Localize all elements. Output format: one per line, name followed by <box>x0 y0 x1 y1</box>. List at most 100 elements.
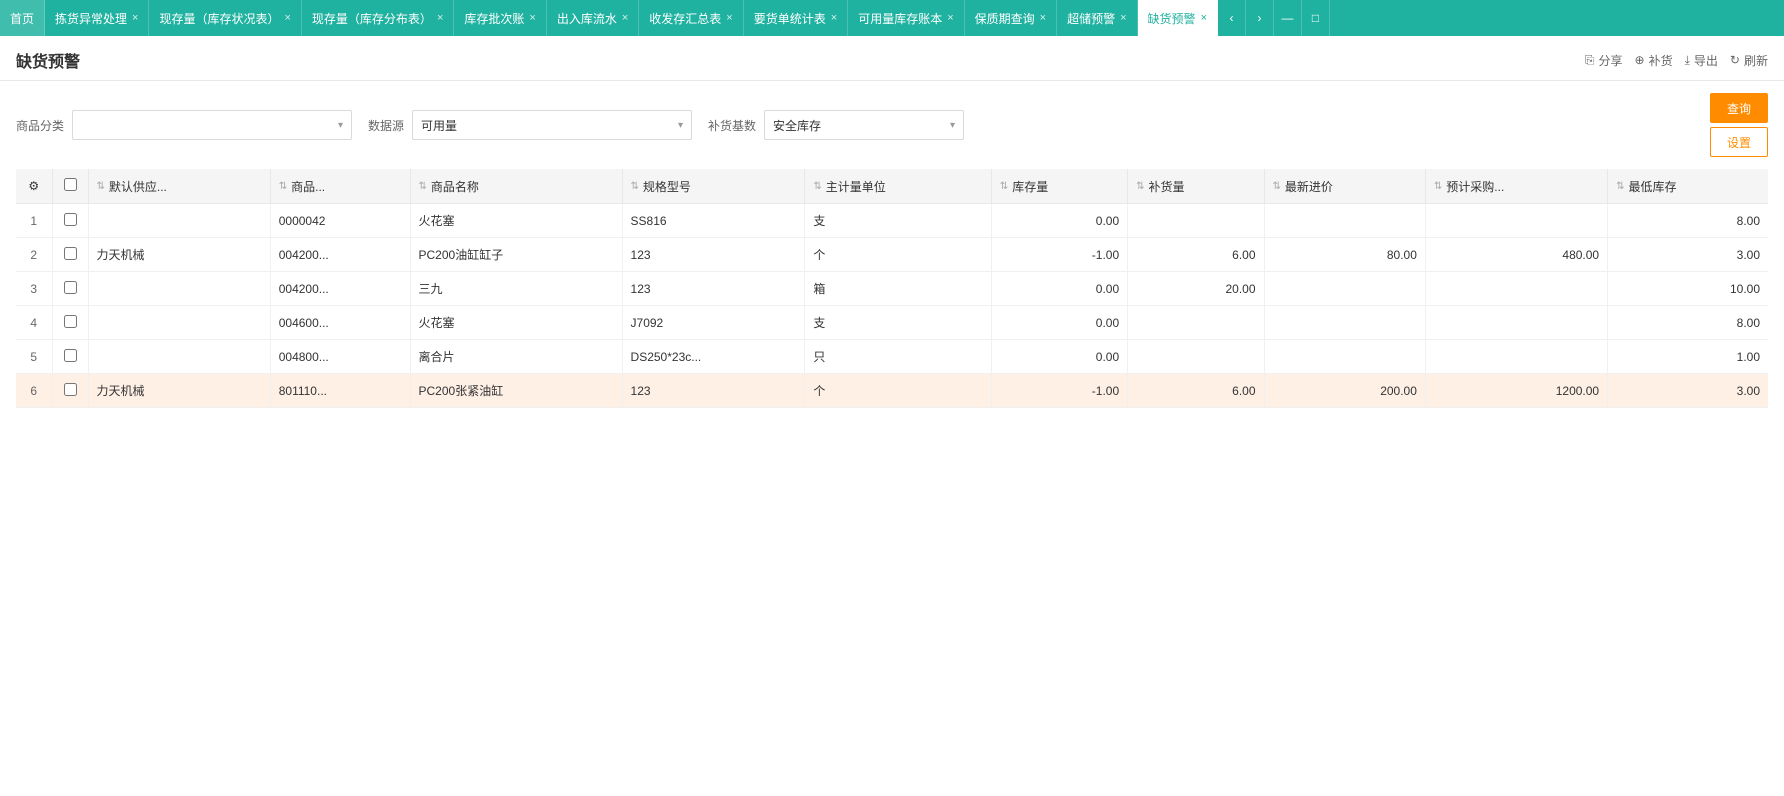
table-row: 5 004800... 离合片 DS250*23c... 只 0.00 1.00 <box>16 340 1768 374</box>
tab-expiry-close[interactable]: × <box>1040 12 1046 24</box>
th-default-supplier[interactable]: ⇅ 默认供应... <box>88 169 270 204</box>
page-title: 缺货预警 <box>16 48 80 72</box>
row-latest-price: 80.00 <box>1264 238 1425 272</box>
data-table: ⚙ ⇅ 默认供应... ⇅ 商品... <box>16 169 1768 408</box>
tab-available[interactable]: 可用量库存账本 × <box>848 0 964 36</box>
tab-shortage-close[interactable]: × <box>1201 12 1207 24</box>
row-checkbox[interactable] <box>64 213 77 226</box>
column-settings-icon[interactable]: ⚙ <box>25 177 43 195</box>
th-goods-code[interactable]: ⇅ 商品... <box>270 169 410 204</box>
th-est-purchase[interactable]: ⇅ 预计采购... <box>1425 169 1607 204</box>
row-supplier <box>88 272 270 306</box>
tab-stock-dist-close[interactable]: × <box>437 12 443 24</box>
row-unit: 个 <box>805 374 991 408</box>
row-check <box>52 204 88 238</box>
tab-stock-status[interactable]: 现存量（库存状况表） × <box>149 0 301 36</box>
tab-next-btn[interactable]: › <box>1246 0 1274 36</box>
row-goods-code: 004800... <box>270 340 410 374</box>
tab-expiry[interactable]: 保质期查询 × <box>965 0 1057 36</box>
row-checkbox[interactable] <box>64 281 77 294</box>
th-min-stock[interactable]: ⇅ 最低库存 <box>1608 169 1768 204</box>
table-row: 4 004600... 火花塞 J7092 支 0.00 8.00 <box>16 306 1768 340</box>
page-container: 缺货预警 ⎘ 分享 ⊕ 补货 ⤓ 导出 ↻ 刷新 商品分类 <box>0 36 1784 796</box>
row-min-stock: 1.00 <box>1608 340 1768 374</box>
page-header: 缺货预警 ⎘ 分享 ⊕ 补货 ⤓ 导出 ↻ 刷新 <box>0 36 1784 81</box>
tab-requisition-close[interactable]: × <box>831 12 837 24</box>
row-stock: 0.00 <box>991 306 1127 340</box>
sort-supplier-icon: ⇅ <box>97 181 105 192</box>
row-latest-price <box>1264 204 1425 238</box>
tab-available-close[interactable]: × <box>947 12 953 24</box>
row-checkbox[interactable] <box>64 383 77 396</box>
replenish-base-select[interactable]: 安全库存 ▾ <box>764 110 964 140</box>
row-supplier <box>88 306 270 340</box>
tab-stock-status-close[interactable]: × <box>284 12 290 24</box>
replenish-base-value: 安全库存 <box>773 117 821 134</box>
refresh-button[interactable]: ↻ 刷新 <box>1730 52 1768 69</box>
tab-exception-close[interactable]: × <box>132 12 138 24</box>
share-button[interactable]: ⎘ 分享 <box>1585 52 1623 69</box>
tab-batch[interactable]: 库存批次账 × <box>454 0 546 36</box>
tab-inout-flow[interactable]: 出入库流水 × <box>547 0 639 36</box>
row-checkbox[interactable] <box>64 247 77 260</box>
datasource-select[interactable]: 可用量 ▾ <box>412 110 692 140</box>
row-goods-code: 004600... <box>270 306 410 340</box>
tab-overstock-close[interactable]: × <box>1120 12 1126 24</box>
row-est-purchase <box>1425 204 1607 238</box>
th-spec[interactable]: ⇅ 规格型号 <box>622 169 805 204</box>
tab-prev-btn[interactable]: ‹ <box>1218 0 1246 36</box>
select-all-checkbox[interactable] <box>64 178 77 191</box>
row-supplier: 力天机械 <box>88 238 270 272</box>
th-replenish[interactable]: ⇅ 补货量 <box>1128 169 1264 204</box>
row-goods-name: PC200油缸缸子 <box>410 238 622 272</box>
row-unit: 只 <box>805 340 991 374</box>
row-goods-code: 801110... <box>270 374 410 408</box>
tab-bar: 首页 拣货异常处理 × 现存量（库存状况表） × 现存量（库存分布表） × 库存… <box>0 0 1784 36</box>
row-replenish: 20.00 <box>1128 272 1264 306</box>
tab-inout-flow-close[interactable]: × <box>622 12 628 24</box>
settings-button[interactable]: 设置 <box>1710 127 1768 157</box>
tab-overstock[interactable]: 超储预警 × <box>1057 0 1137 36</box>
table-container: ⚙ ⇅ 默认供应... ⇅ 商品... <box>0 169 1784 796</box>
th-latest-price[interactable]: ⇅ 最新进价 <box>1264 169 1425 204</box>
row-goods-name: 火花塞 <box>410 306 622 340</box>
datasource-value: 可用量 <box>421 117 457 134</box>
tab-shortage[interactable]: 缺货预警 × <box>1138 0 1218 36</box>
tab-requisition[interactable]: 要货单统计表 × <box>744 0 848 36</box>
row-replenish: 6.00 <box>1128 238 1264 272</box>
datasource-filter-group: 数据源 可用量 ▾ <box>368 110 692 140</box>
th-goods-name[interactable]: ⇅ 商品名称 <box>410 169 622 204</box>
tab-stock-dist[interactable]: 现存量（库存分布表） × <box>302 0 454 36</box>
row-num: 6 <box>16 374 52 408</box>
row-min-stock: 8.00 <box>1608 204 1768 238</box>
th-stock[interactable]: ⇅ 库存量 <box>991 169 1127 204</box>
query-button[interactable]: 查询 <box>1710 93 1768 123</box>
replenish-button[interactable]: ⊕ 补货 <box>1635 52 1673 69</box>
tab-collect[interactable]: 收发存汇总表 × <box>639 0 743 36</box>
minimize-btn[interactable]: — <box>1274 0 1302 36</box>
row-checkbox[interactable] <box>64 315 77 328</box>
category-select[interactable]: ▾ <box>72 110 352 140</box>
row-latest-price: 200.00 <box>1264 374 1425 408</box>
tab-home[interactable]: 首页 <box>0 0 45 36</box>
row-latest-price <box>1264 340 1425 374</box>
tab-collect-close[interactable]: × <box>726 12 732 24</box>
datasource-chevron-icon: ▾ <box>678 120 683 131</box>
maximize-btn[interactable]: □ <box>1302 0 1330 36</box>
row-num: 3 <box>16 272 52 306</box>
row-est-purchase <box>1425 272 1607 306</box>
row-checkbox[interactable] <box>64 349 77 362</box>
table-row: 3 004200... 三九 123 箱 0.00 20.00 10.00 <box>16 272 1768 306</box>
export-button[interactable]: ⤓ 导出 <box>1685 52 1718 69</box>
sort-unit-icon: ⇅ <box>813 181 821 192</box>
header-actions: ⎘ 分享 ⊕ 补货 ⤓ 导出 ↻ 刷新 <box>1585 52 1768 69</box>
share-icon: ⎘ <box>1585 53 1595 68</box>
tab-batch-close[interactable]: × <box>529 12 535 24</box>
row-replenish <box>1128 306 1264 340</box>
row-replenish: 6.00 <box>1128 374 1264 408</box>
tab-exception[interactable]: 拣货异常处理 × <box>45 0 149 36</box>
category-filter-group: 商品分类 ▾ <box>16 110 352 140</box>
filter-actions: 查询 设置 <box>1710 93 1768 157</box>
th-unit[interactable]: ⇅ 主计量单位 <box>805 169 991 204</box>
row-replenish <box>1128 340 1264 374</box>
